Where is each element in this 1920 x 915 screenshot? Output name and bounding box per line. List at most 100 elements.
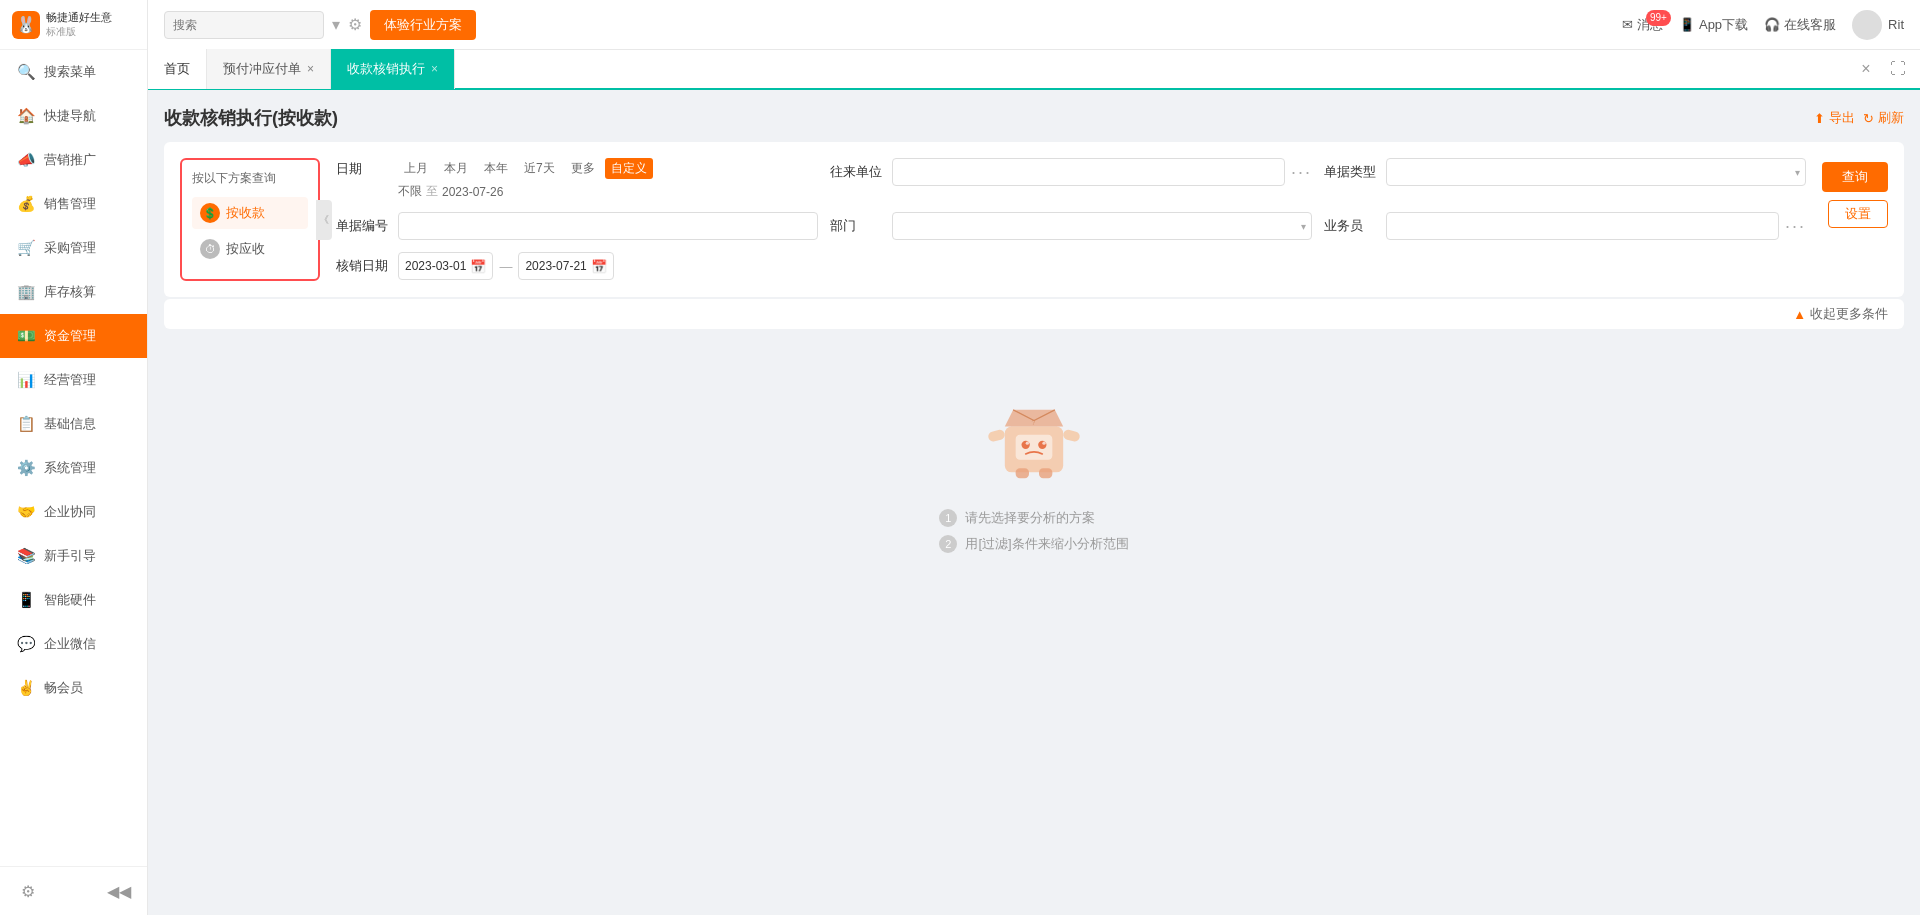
date-to-value: 2023-07-26 bbox=[442, 185, 503, 199]
app-download-label: App下载 bbox=[1699, 16, 1748, 34]
online-service-button[interactable]: 🎧 在线客服 bbox=[1764, 16, 1836, 34]
date-btn-custom[interactable]: 自定义 bbox=[605, 158, 653, 179]
verify-date-end-picker[interactable]: 2023-07-21 📅 bbox=[518, 252, 613, 280]
export-button[interactable]: ⬆ 导出 bbox=[1814, 109, 1855, 127]
main-area: ▾ ⚙ 体验行业方案 ✉ 消息 99+ 📱 App下载 🎧 在线客服 Rit bbox=[148, 0, 1920, 915]
topbar-right: ✉ 消息 99+ 📱 App下载 🎧 在线客服 Rit bbox=[1622, 10, 1904, 40]
dept-label: 部门 bbox=[830, 217, 886, 235]
dept-select[interactable] bbox=[892, 212, 1312, 240]
tab-expand-button[interactable]: ⛶ bbox=[1884, 55, 1912, 83]
tip-text-2: 用[过滤]条件来缩小分析范围 bbox=[965, 535, 1128, 553]
avatar bbox=[1852, 10, 1882, 40]
empty-tips: 1 请先选择要分析的方案 2 用[过滤]条件来缩小分析范围 bbox=[939, 509, 1128, 553]
sidebar-settings-button[interactable]: ⚙ bbox=[16, 879, 40, 903]
svg-rect-9 bbox=[1039, 468, 1052, 478]
date-no-limit-label: 不限 bbox=[398, 183, 422, 200]
sidebar-item-label: 智能硬件 bbox=[44, 591, 96, 609]
messages-container[interactable]: ✉ 消息 99+ bbox=[1622, 16, 1663, 34]
tab-receipt-offset[interactable]: 收款核销执行 × bbox=[331, 49, 455, 89]
staff-input[interactable] bbox=[1386, 212, 1779, 240]
filter-fields-area: 日期 上月 本月 本年 近7天 更多 自定义 不限 bbox=[336, 158, 1806, 281]
sidebar-item-basic-info[interactable]: 📋 基础信息 bbox=[0, 402, 147, 446]
sidebar-item-label: 畅会员 bbox=[44, 679, 83, 697]
message-icon: ✉ bbox=[1622, 17, 1633, 32]
logo-text-block: 畅捷通好生意 标准版 bbox=[46, 10, 112, 38]
sidebar-item-guide[interactable]: 📚 新手引导 bbox=[0, 534, 147, 578]
svg-text:?: ? bbox=[1032, 419, 1036, 426]
tab-receipt-close[interactable]: × bbox=[431, 62, 438, 76]
quick-nav-icon: 🏠 bbox=[16, 106, 36, 126]
settings-gear-icon[interactable]: ⚙ bbox=[348, 15, 362, 34]
verify-date-start-picker[interactable]: 2023-03-01 📅 bbox=[398, 252, 493, 280]
sidebar-item-label: 经营管理 bbox=[44, 371, 96, 389]
filter-option-by-receipt[interactable]: 💲 按收款 bbox=[192, 197, 308, 229]
filter-actions: 查询 设置 bbox=[1822, 158, 1888, 281]
empty-illustration: ? bbox=[984, 389, 1084, 489]
app-download-button[interactable]: 📱 App下载 bbox=[1679, 16, 1748, 34]
sidebar-logo: 🐰 畅捷通好生意 标准版 bbox=[0, 0, 147, 50]
sidebar-collapse-button[interactable]: ◀◀ bbox=[107, 879, 131, 903]
partner-input[interactable] bbox=[892, 158, 1285, 186]
industry-solution-button[interactable]: 体验行业方案 bbox=[370, 10, 476, 40]
doctype-select[interactable] bbox=[1386, 158, 1806, 186]
filter-settings-button[interactable]: 设置 bbox=[1828, 200, 1888, 228]
sidebar: 🐰 畅捷通好生意 标准版 🔍 搜索菜单 🏠 快捷导航 📣 营销推广 💰 销售管理… bbox=[0, 0, 148, 915]
sidebar-item-operations[interactable]: 📊 经营管理 bbox=[0, 358, 147, 402]
tip-text-1: 请先选择要分析的方案 bbox=[965, 509, 1095, 527]
search-menu-icon: 🔍 bbox=[16, 62, 36, 82]
filter-options-panel: 按以下方案查询 💲 按收款 ⏱ 按应收 《 bbox=[180, 158, 320, 281]
export-icon: ⬆ bbox=[1814, 111, 1825, 126]
staff-more-icon[interactable]: ··· bbox=[1785, 216, 1806, 237]
svg-rect-1 bbox=[1016, 435, 1053, 460]
export-label: 导出 bbox=[1829, 109, 1855, 127]
tab-receipt-label: 收款核销执行 bbox=[347, 60, 425, 78]
enterprise-icon: 🤝 bbox=[16, 502, 36, 522]
sidebar-bottom: ⚙ ◀◀ bbox=[0, 866, 147, 915]
sidebar-item-system[interactable]: ⚙️ 系统管理 bbox=[0, 446, 147, 490]
tab-home[interactable]: 首页 bbox=[148, 49, 207, 89]
sidebar-item-member[interactable]: ✌️ 畅会员 bbox=[0, 666, 147, 710]
tab-prepay-offset[interactable]: 预付冲应付单 × bbox=[207, 49, 331, 89]
filter-option-by-receivable[interactable]: ⏱ 按应收 bbox=[192, 233, 308, 265]
partner-more-icon[interactable]: ··· bbox=[1291, 162, 1312, 183]
tab-prepay-close[interactable]: × bbox=[307, 62, 314, 76]
query-button[interactable]: 查询 bbox=[1822, 162, 1888, 192]
wechat-icon: 💬 bbox=[16, 634, 36, 654]
staff-field: 业务员 ··· bbox=[1324, 212, 1806, 240]
date-btn-more[interactable]: 更多 bbox=[565, 158, 601, 179]
sidebar-item-sales[interactable]: 💰 销售管理 bbox=[0, 182, 147, 226]
empty-tip-1: 1 请先选择要分析的方案 bbox=[939, 509, 1128, 527]
filter-panel-collapse-button[interactable]: 《 bbox=[316, 200, 332, 240]
sidebar-item-search-menu[interactable]: 🔍 搜索菜单 bbox=[0, 50, 147, 94]
tab-close-button[interactable]: × bbox=[1852, 55, 1880, 83]
sidebar-item-marketing[interactable]: 📣 营销推广 bbox=[0, 138, 147, 182]
user-area[interactable]: Rit bbox=[1852, 10, 1904, 40]
sidebar-item-wechat[interactable]: 💬 企业微信 bbox=[0, 622, 147, 666]
sidebar-item-quick-nav[interactable]: 🏠 快捷导航 bbox=[0, 94, 147, 138]
verify-date-end-value: 2023-07-21 bbox=[525, 259, 586, 273]
date-btn-7days[interactable]: 近7天 bbox=[518, 158, 561, 179]
collapse-more-bar[interactable]: ▲ 收起更多条件 bbox=[164, 299, 1904, 329]
app-sub: 标准版 bbox=[46, 25, 112, 39]
sidebar-item-hardware[interactable]: 📱 智能硬件 bbox=[0, 578, 147, 622]
sidebar-item-inventory[interactable]: 🏢 库存核算 bbox=[0, 270, 147, 314]
page-header: 收款核销执行(按收款) ⬆ 导出 ↻ 刷新 bbox=[164, 106, 1904, 130]
date-btn-this-month[interactable]: 本月 bbox=[438, 158, 474, 179]
verify-date-label: 核销日期 bbox=[336, 257, 392, 275]
svg-point-5 bbox=[1042, 442, 1045, 445]
search-dropdown-icon[interactable]: ▾ bbox=[332, 15, 340, 34]
svg-point-3 bbox=[1038, 441, 1046, 449]
sidebar-item-finance[interactable]: 💵 资金管理 bbox=[0, 314, 147, 358]
date-btn-this-year[interactable]: 本年 bbox=[478, 158, 514, 179]
partner-label: 往来单位 bbox=[830, 163, 886, 181]
filter-row-2: 单据编号 部门 ▾ bbox=[336, 212, 1806, 240]
refresh-label: 刷新 bbox=[1878, 109, 1904, 127]
sidebar-item-purchase[interactable]: 🛒 采购管理 bbox=[0, 226, 147, 270]
refresh-button[interactable]: ↻ 刷新 bbox=[1863, 109, 1904, 127]
docno-input[interactable] bbox=[398, 212, 818, 240]
date-btn-last-month[interactable]: 上月 bbox=[398, 158, 434, 179]
svg-point-4 bbox=[1026, 442, 1029, 445]
search-input[interactable] bbox=[164, 11, 324, 39]
date-row-top: 日期 上月 本月 本年 近7天 更多 自定义 bbox=[336, 158, 818, 179]
sidebar-item-enterprise[interactable]: 🤝 企业协同 bbox=[0, 490, 147, 534]
